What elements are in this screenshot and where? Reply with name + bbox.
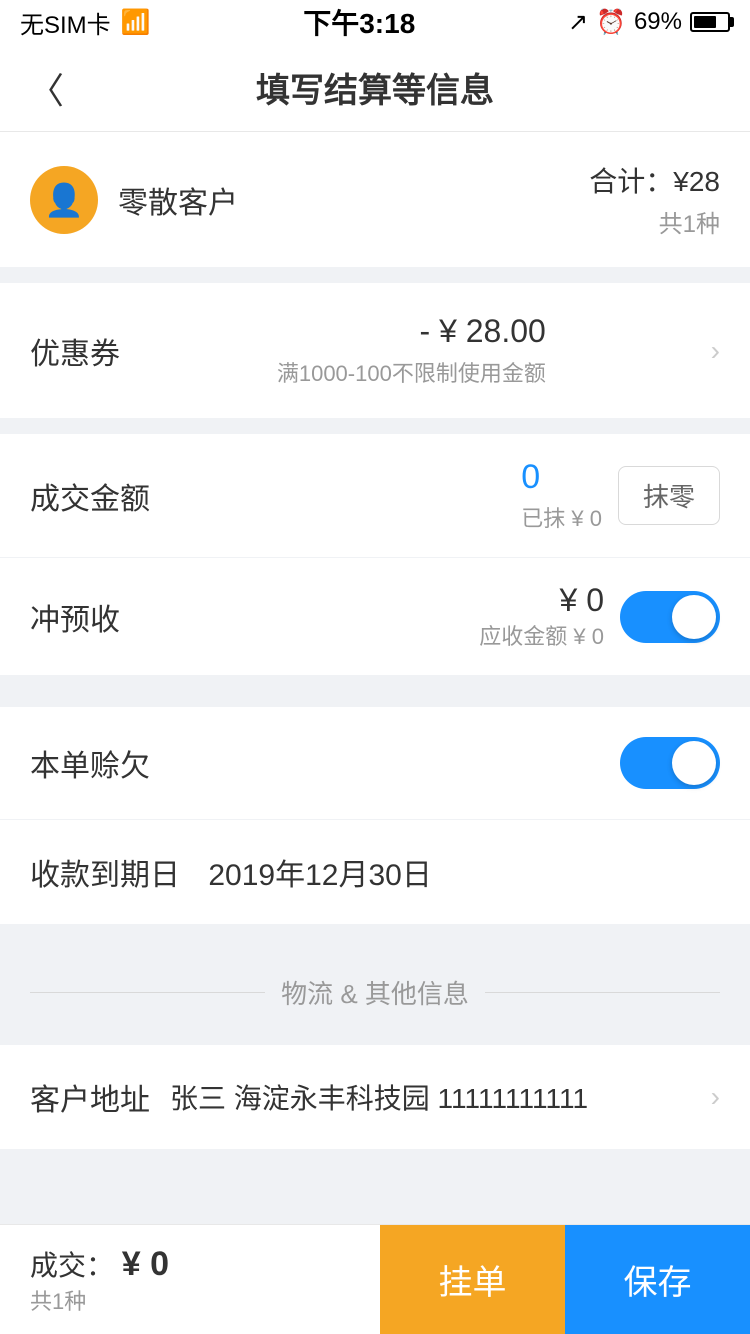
battery-fill — [694, 16, 716, 28]
advance-amount: ¥ 0 — [479, 582, 604, 619]
customer-right: 合计：¥28 共1种 — [589, 160, 720, 239]
due-date-label: 收款到期日 — [30, 859, 180, 892]
status-bar: 无SIM卡 📶 下午3:18 ↗ ⏰ 69% — [0, 0, 750, 44]
transaction-section: 成交金额 0 已抹 ¥ 0 抹零 冲预收 ¥ 0 应收金额 ¥ 0 — [0, 434, 750, 675]
carrier-label: 无SIM卡 — [20, 5, 111, 40]
bottom-summary-amount: ¥ 0 — [122, 1245, 169, 1283]
advance-right: ¥ 0 应收金额 ¥ 0 — [479, 582, 604, 651]
address-label: 客户地址 — [30, 1075, 150, 1119]
status-time: 下午3:18 — [303, 2, 415, 42]
advance-toggle[interactable] — [620, 591, 720, 643]
transaction-right: 0 已抹 ¥ 0 抹零 — [521, 458, 720, 533]
logistics-header: 物流 & 其他信息 — [0, 956, 750, 1029]
status-bar-right: ↗ ⏰ 69% — [568, 8, 730, 37]
transaction-amount-block: 0 已抹 ¥ 0 — [521, 458, 602, 533]
back-button[interactable]: 〈 — [28, 62, 64, 114]
coupon-row[interactable]: 优惠券 - ¥ 28.00 满1000-100不限制使用金额 › — [0, 283, 750, 418]
address-chevron-icon: › — [711, 1081, 720, 1113]
chevron-right-icon: › — [711, 335, 720, 367]
bottom-bar: 成交： ¥ 0 共1种 挂单 保存 — [0, 1224, 750, 1334]
credit-toggle[interactable] — [620, 737, 720, 789]
advance-sub: 应收金额 ¥ 0 — [479, 619, 604, 651]
toggle-knob — [672, 595, 716, 639]
battery-percent: 69% — [634, 8, 682, 36]
alarm-icon: ⏰ — [596, 8, 626, 37]
location-icon: ↗ — [568, 8, 588, 37]
section-divider-2 — [0, 691, 750, 707]
coupon-desc: 满1000-100不限制使用金额 — [277, 356, 546, 388]
address-row[interactable]: 客户地址 张三 海淀永丰科技园 11111111111 › — [0, 1045, 750, 1149]
customer-count: 共1种 — [589, 204, 720, 239]
transaction-label: 成交金额 — [30, 474, 150, 518]
customer-total: 合计：¥28 — [589, 160, 720, 200]
wifi-icon: 📶 — [121, 8, 151, 37]
credit-section: 本单赊欠 收款到期日 2019年12月30日 — [0, 707, 750, 924]
customer-left: 👤 零散客户 — [30, 166, 238, 234]
credit-toggle-knob — [672, 741, 716, 785]
battery-icon — [690, 12, 730, 32]
section-divider-1 — [0, 418, 750, 434]
status-bar-left: 无SIM卡 📶 — [20, 5, 151, 40]
transaction-amount-value: 0 — [521, 458, 602, 497]
avatar-icon: 👤 — [44, 181, 84, 219]
transaction-amount-row: 成交金额 0 已抹 ¥ 0 抹零 — [0, 434, 750, 558]
bottom-summary-count: 共1种 — [30, 1284, 350, 1316]
content-area: 👤 零散客户 合计：¥28 共1种 优惠券 - ¥ 28.00 满1000-10… — [0, 132, 750, 1269]
due-date-value: 2019年12月30日 — [208, 859, 431, 892]
logistics-line-left — [30, 992, 265, 993]
advance-row: 冲预收 ¥ 0 应收金额 ¥ 0 — [0, 558, 750, 675]
section-divider-3 — [0, 940, 750, 956]
page-title: 填写结算等信息 — [256, 63, 494, 112]
customer-row: 👤 零散客户 合计：¥28 共1种 — [0, 132, 750, 267]
coupon-label: 优惠券 — [30, 329, 120, 373]
coupon-amount: - ¥ 28.00 — [277, 313, 546, 350]
save-button[interactable]: 保存 — [565, 1225, 750, 1334]
customer-avatar: 👤 — [30, 166, 98, 234]
address-content: 张三 海淀永丰科技园 11111111111 — [170, 1077, 711, 1117]
customer-name: 零散客户 — [118, 178, 238, 222]
due-date-row: 收款到期日 2019年12月30日 — [0, 819, 750, 924]
bottom-summary-label: 成交： — [30, 1250, 114, 1281]
credit-row: 本单赊欠 — [0, 707, 750, 819]
logistics-line-right — [485, 992, 720, 993]
bottom-summary: 成交： ¥ 0 共1种 — [0, 1244, 380, 1316]
round-off-button[interactable]: 抹零 — [618, 466, 720, 525]
advance-label: 冲预收 — [30, 595, 120, 639]
nav-bar: 〈 填写结算等信息 — [0, 44, 750, 132]
hang-order-button[interactable]: 挂单 — [380, 1225, 565, 1334]
advance-toggle-wrap: ¥ 0 应收金额 ¥ 0 — [479, 582, 720, 651]
coupon-right: - ¥ 28.00 满1000-100不限制使用金额 — [277, 313, 546, 388]
logistics-label: 物流 & 其他信息 — [281, 974, 469, 1011]
credit-label: 本单赊欠 — [30, 741, 150, 785]
transaction-amount-sub: 已抹 ¥ 0 — [521, 501, 602, 533]
